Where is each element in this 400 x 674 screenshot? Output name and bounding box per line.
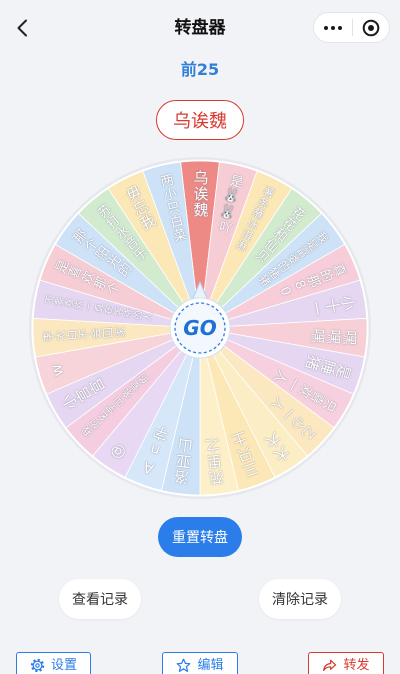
go-label: GO [183, 316, 216, 340]
gear-icon [30, 658, 45, 673]
edit-button[interactable]: 编辑 [162, 652, 238, 674]
share-label: 转发 [343, 658, 370, 673]
share-button[interactable]: 转发 [308, 652, 384, 674]
reset-wheel-button[interactable]: 重置转盘 [158, 517, 242, 557]
wheel: GO 乌诶魏 是🐰🐰吖 薯条蘸冰淇淋 花花和仙贝 我是富婆的猪猪 真的那80 小十一 嘿嘿嘿是… [28, 156, 372, 500]
chevron-left-icon [17, 19, 27, 37]
result-text: 乌诶魏 [173, 111, 227, 132]
view-records-label: 查看记录 [72, 592, 128, 608]
app-screen: 转盘器 前25 乌诶魏 GO 乌诶魏 是🐰🐰吖 薯条蘸冰淇淋 花花和仙贝 我是富… [0, 0, 400, 674]
dot [338, 25, 342, 30]
clear-records-label: 清除记录 [272, 592, 328, 608]
capsule-menu [313, 12, 390, 43]
wheel-graphic: GO [29, 157, 371, 499]
view-records-button[interactable]: 查看记录 [59, 579, 141, 619]
settings-label: 设置 [50, 658, 77, 673]
more-button[interactable] [314, 13, 352, 42]
target-circle-icon [362, 19, 380, 36]
back-button[interactable] [8, 14, 36, 42]
page-title: 转盘器 [174, 18, 226, 38]
settings-button[interactable]: 设置 [16, 652, 91, 674]
share-icon [323, 659, 337, 671]
more-dots-icon [324, 25, 342, 30]
round-label: 前25 [180, 60, 220, 79]
edit-label: 编辑 [197, 658, 224, 673]
star-icon [177, 658, 191, 672]
dot [331, 25, 335, 30]
reset-wheel-label: 重置转盘 [172, 530, 228, 546]
close-miniprogram-button[interactable] [353, 13, 389, 42]
result-badge: 乌诶魏 [156, 100, 244, 140]
dot [324, 25, 328, 30]
clear-records-button[interactable]: 清除记录 [259, 579, 341, 619]
